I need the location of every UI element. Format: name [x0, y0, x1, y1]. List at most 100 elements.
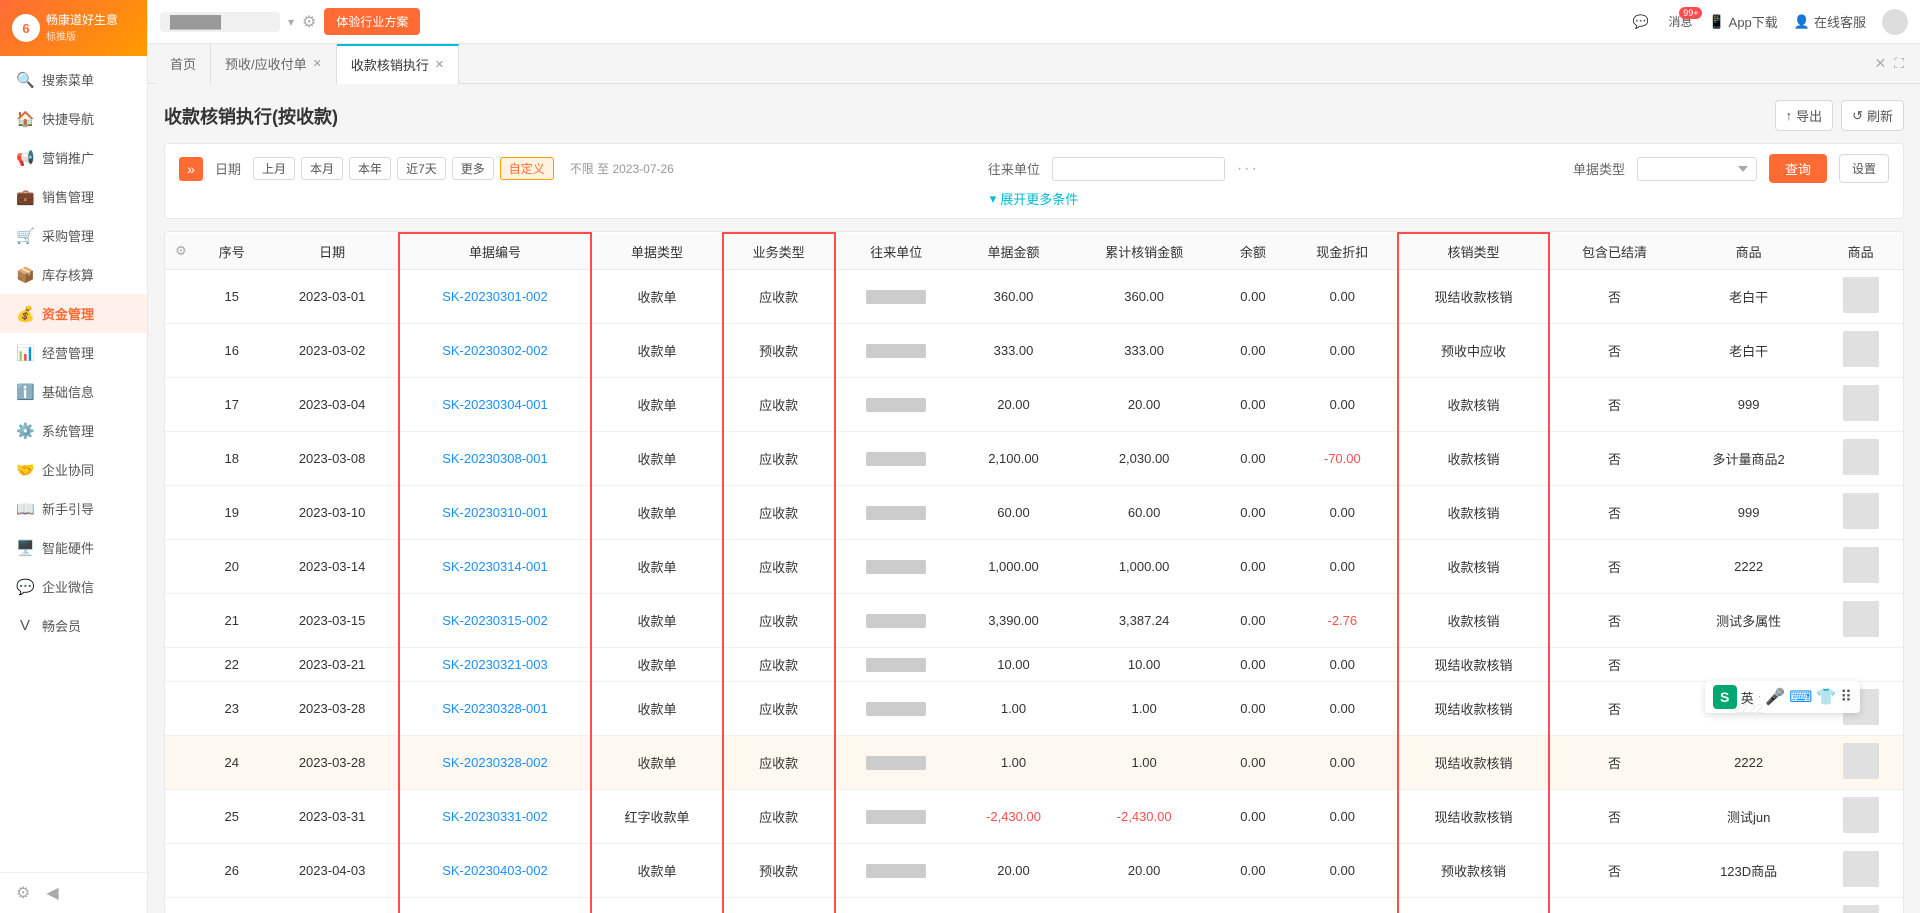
phone-icon: 📱: [1708, 14, 1724, 30]
export-button[interactable]: ↑ 导出: [1775, 100, 1834, 131]
sidebar-item-vip[interactable]: V 畅会员: [0, 606, 147, 645]
bill-no-link[interactable]: SK-20230331-002: [442, 809, 548, 824]
cell-biz-type: 应收款: [723, 432, 835, 486]
cell-bill-type: 收款单: [591, 648, 722, 682]
cell-no: 19: [197, 486, 267, 540]
table-row[interactable]: 22 2023-03-21 SK-20230321-003 收款单 应收款 10…: [165, 648, 1903, 682]
table-row[interactable]: 20 2023-03-14 SK-20230314-001 收款单 应收款 1,…: [165, 540, 1903, 594]
tab-prepay[interactable]: 预收/应收付单 ✕: [211, 44, 337, 84]
bill-no-link[interactable]: SK-20230315-002: [442, 613, 548, 628]
refresh-button[interactable]: ↺ 刷新: [1841, 100, 1904, 131]
date-last-month-btn[interactable]: 上月: [253, 157, 295, 180]
sidebar-item-wechat[interactable]: 💬 企业微信: [0, 567, 147, 606]
tab-collection-close[interactable]: ✕: [435, 58, 444, 71]
cell-include-settled: 否: [1549, 270, 1679, 324]
topbar-chevron-icon[interactable]: ▾: [288, 15, 294, 29]
sidebar-item-marketing[interactable]: 📢 营销推广: [0, 138, 147, 177]
bill-no-link[interactable]: SK-20230310-001: [442, 505, 548, 520]
app-download-area[interactable]: 📱 App下载: [1708, 12, 1777, 31]
query-button[interactable]: 查询: [1769, 154, 1827, 183]
expand-more-btn[interactable]: ▾ 展开更多条件: [990, 189, 1079, 208]
bill-no-link[interactable]: SK-20230321-003: [442, 657, 548, 672]
bill-no-link[interactable]: SK-20230302-002: [442, 343, 548, 358]
date-this-year-btn[interactable]: 本年: [349, 157, 391, 180]
table-row[interactable]: 25 2023-03-31 SK-20230331-002 红字收款单 应收款 …: [165, 790, 1903, 844]
sidebar-item-finance[interactable]: 💰 资金管理: [0, 294, 147, 333]
bill-type-select[interactable]: [1637, 157, 1757, 181]
grid-icon[interactable]: ⠿: [1840, 687, 1852, 707]
bill-no-link[interactable]: SK-20230301-002: [442, 289, 548, 304]
cell-verified: 2,030.00: [1070, 432, 1218, 486]
filter-expand-toggle[interactable]: »: [179, 157, 203, 181]
sidebar-item-system[interactable]: ⚙️ 系统管理: [0, 411, 147, 450]
cell-product2: [1818, 898, 1903, 913]
cell-settings: [165, 432, 197, 486]
settings-button[interactable]: 设置: [1839, 154, 1889, 183]
sidebar-item-hardware[interactable]: 🖥️ 智能硬件: [0, 528, 147, 567]
cell-product2: [1818, 790, 1903, 844]
cell-cancel-type: 收款核销: [1398, 378, 1549, 432]
sidebar-item-basic[interactable]: ℹ️ 基础信息: [0, 372, 147, 411]
tab-home[interactable]: 首页: [156, 44, 211, 84]
table-row[interactable]: 15 2023-03-01 SK-20230301-002 收款单 应收款 36…: [165, 270, 1903, 324]
col-no: 序号: [197, 233, 267, 270]
bill-no-link[interactable]: SK-20230328-002: [442, 755, 548, 770]
cell-discount: 0.00: [1288, 648, 1398, 682]
sidebar-item-corp[interactable]: 🤝 企业协同: [0, 450, 147, 489]
cell-balance: 0.00: [1218, 682, 1288, 736]
tab-collection[interactable]: 收款核销执行 ✕: [337, 44, 459, 84]
table-row[interactable]: 18 2023-03-08 SK-20230308-001 收款单 应收款 2,…: [165, 432, 1903, 486]
shirt-icon[interactable]: 👕: [1816, 687, 1836, 707]
cell-discount: 0.00: [1288, 324, 1398, 378]
table-row[interactable]: 24 2023-03-28 SK-20230328-002 收款单 应收款 1.…: [165, 736, 1903, 790]
table-row[interactable]: 17 2023-03-04 SK-20230304-001 收款单 应收款 20…: [165, 378, 1903, 432]
inventory-icon: 📦: [16, 266, 34, 284]
keyboard-icon[interactable]: ⌨: [1789, 687, 1812, 707]
bill-no-link[interactable]: SK-20230308-001: [442, 451, 548, 466]
cell-bill-no: SK-20230304-001: [399, 378, 592, 432]
footer-collapse-icon[interactable]: ◀: [46, 883, 58, 903]
cell-balance: 0.00: [1218, 270, 1288, 324]
tab-expand-icon[interactable]: ⛶: [1894, 55, 1904, 72]
sidebar-item-sales[interactable]: 💼 销售管理: [0, 177, 147, 216]
microphone-icon[interactable]: 🎤: [1765, 687, 1785, 707]
tab-close-all-icon[interactable]: ✕: [1874, 55, 1886, 72]
bill-no-link[interactable]: SK-20230304-001: [442, 397, 548, 412]
col-partner: 往来单位: [835, 233, 957, 270]
bill-no-link[interactable]: SK-20230314-001: [442, 559, 548, 574]
table-row[interactable]: 26 2023-04-03 SK-20230403-002 收款单 预收款 20…: [165, 844, 1903, 898]
sidebar-item-operation[interactable]: 📊 经营管理: [0, 333, 147, 372]
cell-biz-type: 应收款: [723, 540, 835, 594]
tab-prepay-close[interactable]: ✕: [313, 57, 322, 70]
cell-settings: [165, 736, 197, 790]
table-row[interactable]: 21 2023-03-15 SK-20230315-002 收款单 应收款 3,…: [165, 594, 1903, 648]
sidebar-label-purchase: 采购管理: [42, 226, 94, 245]
col-settings[interactable]: ⚙: [165, 233, 197, 270]
table-row[interactable]: 16 2023-03-02 SK-20230302-002 收款单 预收款 33…: [165, 324, 1903, 378]
user-avatar[interactable]: [1882, 9, 1908, 35]
table-row[interactable]: 19 2023-03-10 SK-20230310-001 收款单 应收款 60…: [165, 486, 1903, 540]
filter-bar: » 日期 上月 本月 本年 近7天 更多 自定义 不限 至 2023-07-26…: [164, 143, 1904, 219]
table-row[interactable]: 27 2023-04-08 SK-20230408-001 收款单 应收款 10…: [165, 898, 1903, 913]
topbar-gear-icon[interactable]: ⚙: [302, 12, 316, 32]
solution-button[interactable]: 体验行业方案: [324, 8, 420, 35]
bill-no-link[interactable]: SK-20230403-002: [442, 863, 548, 878]
sidebar-logo: 6 畅康道好生意 标推版: [0, 0, 147, 56]
date-more-btn[interactable]: 更多: [452, 157, 494, 180]
sidebar-item-quicknav[interactable]: 🏠 快捷导航: [0, 99, 147, 138]
partner-input[interactable]: [1052, 157, 1225, 181]
sidebar-item-purchase[interactable]: 🛒 采购管理: [0, 216, 147, 255]
date-7days-btn[interactable]: 近7天: [397, 157, 446, 180]
cell-product: [1679, 648, 1818, 682]
more-options-icon[interactable]: ···: [1237, 160, 1259, 178]
footer-settings-icon[interactable]: ⚙: [16, 883, 30, 903]
sidebar-item-inventory[interactable]: 📦 库存核算: [0, 255, 147, 294]
bill-no-link[interactable]: SK-20230328-001: [442, 701, 548, 716]
date-custom-btn[interactable]: 自定义: [500, 157, 554, 180]
sidebar-item-search[interactable]: 🔍 搜索菜单: [0, 60, 147, 99]
online-service-area[interactable]: 👤 在线客服: [1794, 12, 1866, 31]
table-row[interactable]: 23 2023-03-28 SK-20230328-001 收款单 应收款 1.…: [165, 682, 1903, 736]
sidebar-item-guide[interactable]: 📖 新手引导: [0, 489, 147, 528]
date-this-month-btn[interactable]: 本月: [301, 157, 343, 180]
notification-area[interactable]: 💬 99+ 消息: [1633, 13, 1693, 30]
